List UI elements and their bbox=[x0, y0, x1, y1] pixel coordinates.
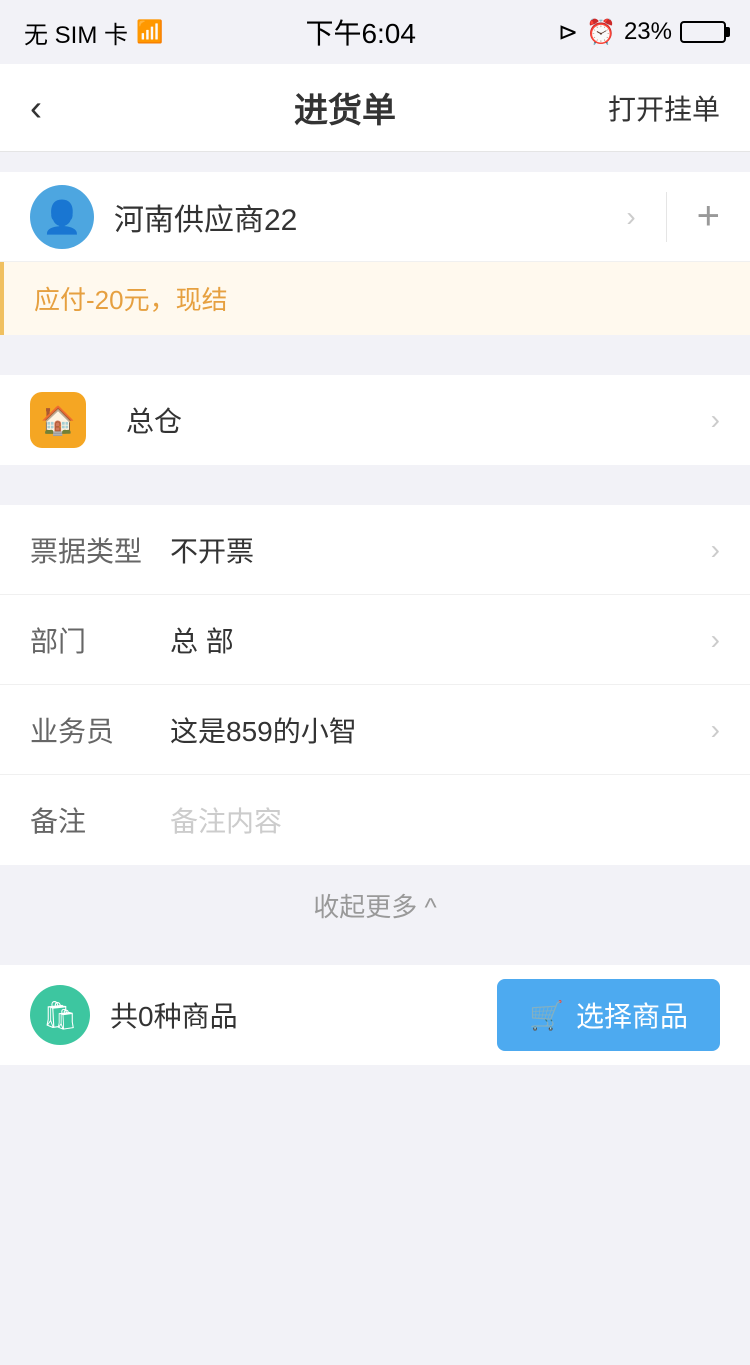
page-title: 进货单 bbox=[90, 83, 600, 132]
goods-count-text: 共0种商品 bbox=[110, 995, 497, 1035]
form-section: 票据类型 不开票 › 部门 总 部 › 业务员 这是859的小智 › 备注 备注… bbox=[0, 505, 750, 865]
invoice-type-arrow-icon: › bbox=[711, 534, 720, 566]
back-button[interactable]: ‹ bbox=[30, 87, 90, 129]
department-row[interactable]: 部门 总 部 › bbox=[0, 595, 750, 685]
invoice-type-row[interactable]: 票据类型 不开票 › bbox=[0, 505, 750, 595]
supplier-section: 👤 河南供应商22 › + bbox=[0, 172, 750, 262]
warehouse-section: 🏠 总仓 › bbox=[0, 375, 750, 465]
wifi-icon: 📶 bbox=[136, 19, 163, 45]
department-arrow-icon: › bbox=[711, 624, 720, 656]
salesperson-row[interactable]: 业务员 这是859的小智 › bbox=[0, 685, 750, 775]
mid-divider1 bbox=[0, 335, 750, 355]
battery-icon bbox=[680, 21, 726, 43]
status-right: ⊳ ⏰ 23% bbox=[558, 18, 726, 47]
status-bar: 无 SIM 卡 📶 下午6:04 ⊳ ⏰ 23% bbox=[0, 0, 750, 64]
add-supplier-button[interactable]: + bbox=[697, 194, 720, 239]
warehouse-arrow-icon: › bbox=[711, 404, 720, 436]
status-left: 无 SIM 卡 📶 bbox=[24, 15, 163, 50]
supplier-avatar: 👤 bbox=[30, 185, 94, 249]
nav-bar: ‹ 进货单 打开挂单 bbox=[0, 64, 750, 152]
department-label: 部门 bbox=[30, 620, 150, 660]
supplier-divider bbox=[666, 192, 667, 242]
location-icon: ⊳ bbox=[558, 18, 578, 47]
warehouse-name: 总仓 bbox=[126, 400, 701, 440]
department-value: 总 部 bbox=[170, 620, 701, 660]
bottom-bar: 🛍 共0种商品 🛒 选择商品 bbox=[0, 965, 750, 1065]
supplier-name[interactable]: 河南供应商22 bbox=[114, 195, 626, 239]
warehouse-icon: 🏠 bbox=[30, 392, 86, 448]
select-goods-label: 选择商品 bbox=[576, 995, 688, 1035]
mid-divider2 bbox=[0, 465, 750, 485]
warehouse-row[interactable]: 🏠 总仓 › bbox=[0, 375, 750, 465]
salesperson-arrow-icon: › bbox=[711, 714, 720, 746]
select-goods-button[interactable]: 🛒 选择商品 bbox=[497, 979, 720, 1051]
remark-label: 备注 bbox=[30, 800, 150, 840]
supplier-arrow-icon: › bbox=[626, 201, 635, 233]
salesperson-label: 业务员 bbox=[30, 710, 150, 750]
avatar-icon: 👤 bbox=[42, 198, 82, 236]
carrier-text: 无 SIM 卡 bbox=[24, 15, 128, 50]
page-background bbox=[0, 1065, 750, 1365]
select-goods-icon: 🛒 bbox=[529, 999, 564, 1032]
goods-icon: 🛍 bbox=[30, 985, 90, 1045]
remark-row[interactable]: 备注 备注内容 bbox=[0, 775, 750, 865]
notice-banner: 应付-20元，现结 bbox=[0, 262, 750, 335]
battery-percent: 23% bbox=[624, 18, 672, 46]
collapse-row[interactable]: 收起更多 ^ bbox=[0, 865, 750, 945]
goods-bag-icon: 🛍 bbox=[42, 999, 78, 1032]
open-pending-button[interactable]: 打开挂单 bbox=[600, 88, 720, 128]
invoice-type-label: 票据类型 bbox=[30, 530, 150, 570]
salesperson-value: 这是859的小智 bbox=[170, 710, 701, 750]
collapse-label: 收起更多 ^ bbox=[313, 887, 436, 924]
invoice-type-value: 不开票 bbox=[170, 530, 701, 570]
top-divider bbox=[0, 152, 750, 172]
remark-placeholder[interactable]: 备注内容 bbox=[170, 800, 720, 840]
status-time: 下午6:04 bbox=[305, 12, 416, 52]
alarm-icon: ⏰ bbox=[586, 18, 616, 47]
notice-text: 应付-20元，现结 bbox=[34, 285, 228, 315]
